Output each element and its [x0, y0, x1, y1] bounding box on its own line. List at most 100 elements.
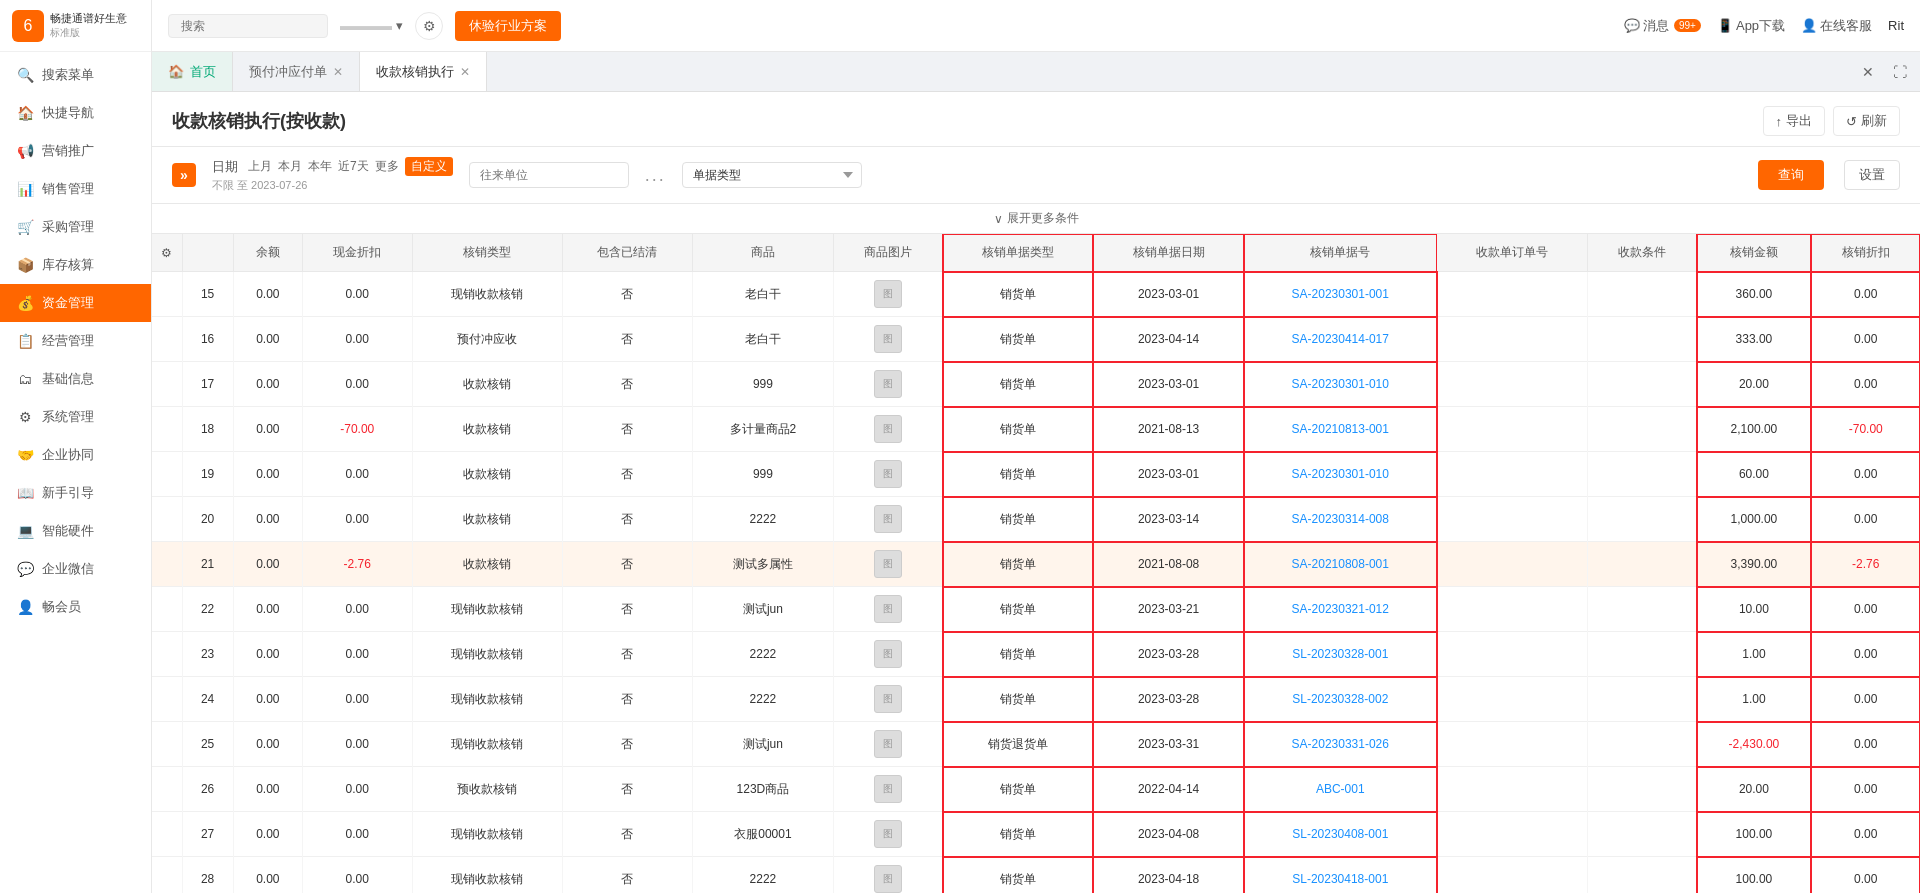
tab-verify[interactable]: 收款核销执行 ✕ [360, 52, 487, 91]
sidebar-item-operation[interactable]: 📋经营管理 [0, 322, 151, 360]
verify-bill-link[interactable]: SA-20230414-017 [1292, 332, 1389, 346]
td-verify-bill-no[interactable]: SL-20230328-002 [1244, 677, 1437, 722]
purchase-icon: 🛒 [16, 218, 34, 236]
td-verify-bill-no[interactable]: SA-20230314-008 [1244, 497, 1437, 542]
td-verify-amount: 100.00 [1697, 812, 1811, 857]
td-balance: 0.00 [233, 767, 302, 812]
th-balance: 余额 [233, 234, 302, 272]
sidebar-item-sales[interactable]: 📊销售管理 [0, 170, 151, 208]
verify-bill-link[interactable]: SA-20230301-010 [1292, 467, 1389, 481]
tab-prepay-close[interactable]: ✕ [333, 65, 343, 79]
td-verify-bill-no[interactable]: SL-20230408-001 [1244, 812, 1437, 857]
verify-bill-link[interactable]: SA-20230301-001 [1292, 287, 1389, 301]
verify-bill-link[interactable]: SA-20230331-026 [1292, 737, 1389, 751]
td-receipt-order-no [1437, 767, 1587, 812]
sidebar-item-finance[interactable]: 💰资金管理 [0, 284, 151, 322]
td-verify-type: 收款核销 [412, 542, 562, 587]
td-verify-bill-no[interactable]: SA-20230301-010 [1244, 452, 1437, 497]
td-verify-bill-type: 销货退货单 [943, 722, 1093, 767]
search-input[interactable] [168, 14, 328, 38]
td-verify-bill-no[interactable]: SA-20230301-001 [1244, 272, 1437, 317]
sidebar-item-label-hardware: 智能硬件 [42, 522, 94, 540]
td-verify-bill-no[interactable]: SA-20230321-012 [1244, 587, 1437, 632]
topbar-dropdown[interactable]: ▬▬▬▬ ▾ [340, 18, 403, 33]
sidebar-item-quick-nav[interactable]: 🏠快捷导航 [0, 94, 151, 132]
verify-bill-link[interactable]: SA-20210808-001 [1292, 557, 1389, 571]
online-service-btn[interactable]: 👤 在线客服 [1801, 17, 1872, 35]
td-balance: 0.00 [233, 497, 302, 542]
sidebar-item-guide[interactable]: 📖新手引导 [0, 474, 151, 512]
filter-this-year[interactable]: 本年 [308, 158, 332, 175]
page-header: 收款核销执行(按收款) ↑ 导出 ↺ 刷新 [152, 92, 1920, 147]
filter-last-month[interactable]: 上月 [248, 158, 272, 175]
td-verify-bill-no[interactable]: SA-20230331-026 [1244, 722, 1437, 767]
filter-7days[interactable]: 近7天 [338, 158, 369, 175]
td-included: 否 [562, 407, 692, 452]
setting-button[interactable]: 设置 [1844, 160, 1900, 190]
verify-bill-link[interactable]: SA-20230321-012 [1292, 602, 1389, 616]
filter-expand-btn[interactable]: » [172, 163, 196, 187]
sidebar-item-inventory[interactable]: 📦库存核算 [0, 246, 151, 284]
td-included: 否 [562, 272, 692, 317]
td-product-image: 图 [834, 767, 944, 812]
filter-receipt-type-select[interactable]: 单据类型 [682, 162, 862, 188]
sidebar-item-label-member: 畅会员 [42, 598, 81, 616]
td-receipt-order-no [1437, 857, 1587, 894]
td-verify-bill-no[interactable]: ABC-001 [1244, 767, 1437, 812]
td-cash-discount: 0.00 [302, 452, 412, 497]
sidebar-item-marketing[interactable]: 📢营销推广 [0, 132, 151, 170]
td-verify-bill-no[interactable]: SA-20230414-017 [1244, 317, 1437, 362]
th-index [182, 234, 233, 272]
td-product-image: 图 [834, 632, 944, 677]
sidebar-item-member[interactable]: 👤畅会员 [0, 588, 151, 626]
verify-bill-link[interactable]: SL-20230418-001 [1292, 872, 1388, 886]
verify-bill-link[interactable]: SL-20230408-001 [1292, 827, 1388, 841]
verify-bill-link[interactable]: SL-20230328-001 [1292, 647, 1388, 661]
td-settings [152, 317, 182, 362]
content-area: 收款核销执行(按收款) ↑ 导出 ↺ 刷新 » 日期 上月 本月 [152, 92, 1920, 893]
td-verify-bill-no[interactable]: SA-20210813-001 [1244, 407, 1437, 452]
industry-plan-button[interactable]: 休验行业方案 [455, 11, 561, 41]
expand-more-btn[interactable]: ∨ 展开更多条件 [994, 210, 1079, 227]
sidebar-item-system[interactable]: ⚙系统管理 [0, 398, 151, 436]
td-verify-bill-no[interactable]: SA-20210808-001 [1244, 542, 1437, 587]
verify-bill-link[interactable]: ABC-001 [1316, 782, 1365, 796]
refresh-button[interactable]: ↺ 刷新 [1833, 106, 1900, 136]
gear-button[interactable]: ⚙ [415, 12, 443, 40]
verify-bill-link[interactable]: SA-20210813-001 [1292, 422, 1389, 436]
sidebar-item-search[interactable]: 🔍搜索菜单 [0, 56, 151, 94]
tab-close-window-btn[interactable]: ✕ [1856, 60, 1880, 84]
user-name[interactable]: Rit [1888, 18, 1904, 33]
sidebar-item-wechat[interactable]: 💬企业微信 [0, 550, 151, 588]
td-verify-bill-no[interactable]: SA-20230301-010 [1244, 362, 1437, 407]
sidebar-item-hardware[interactable]: 💻智能硬件 [0, 512, 151, 550]
tab-home[interactable]: 🏠 首页 [152, 52, 233, 91]
td-verify-date: 2021-08-08 [1093, 542, 1243, 587]
sidebar-item-purchase[interactable]: 🛒采购管理 [0, 208, 151, 246]
export-button[interactable]: ↑ 导出 [1763, 106, 1826, 136]
refresh-label: 刷新 [1861, 112, 1887, 130]
td-verify-amount: 1,000.00 [1697, 497, 1811, 542]
sidebar-item-label-search: 搜索菜单 [42, 66, 94, 84]
verify-bill-link[interactable]: SL-20230328-002 [1292, 692, 1388, 706]
filter-custom[interactable]: 自定义 [405, 157, 453, 176]
query-button[interactable]: 查询 [1758, 160, 1824, 190]
td-verify-date: 2023-03-01 [1093, 362, 1243, 407]
filter-more[interactable]: 更多 [375, 158, 399, 175]
td-verify-bill-no[interactable]: SL-20230418-001 [1244, 857, 1437, 894]
td-receipt-order-no [1437, 407, 1587, 452]
message-btn[interactable]: 💬 消息 99+ [1624, 17, 1701, 35]
verify-bill-link[interactable]: SA-20230314-008 [1292, 512, 1389, 526]
td-verify-bill-no[interactable]: SL-20230328-001 [1244, 632, 1437, 677]
tab-prepay[interactable]: 预付冲应付单 ✕ [233, 52, 360, 91]
app-download-btn[interactable]: 📱 App下载 [1717, 17, 1785, 35]
td-verify-discount: -70.00 [1811, 407, 1920, 452]
tab-verify-close[interactable]: ✕ [460, 65, 470, 79]
filter-partner-input[interactable] [469, 162, 629, 188]
verify-bill-link[interactable]: SA-20230301-010 [1292, 377, 1389, 391]
filter-this-month[interactable]: 本月 [278, 158, 302, 175]
tab-expand-btn[interactable]: ⛶ [1888, 60, 1912, 84]
th-settings[interactable]: ⚙ [152, 234, 182, 272]
sidebar-item-enterprise[interactable]: 🤝企业协同 [0, 436, 151, 474]
sidebar-item-basic[interactable]: 🗂基础信息 [0, 360, 151, 398]
